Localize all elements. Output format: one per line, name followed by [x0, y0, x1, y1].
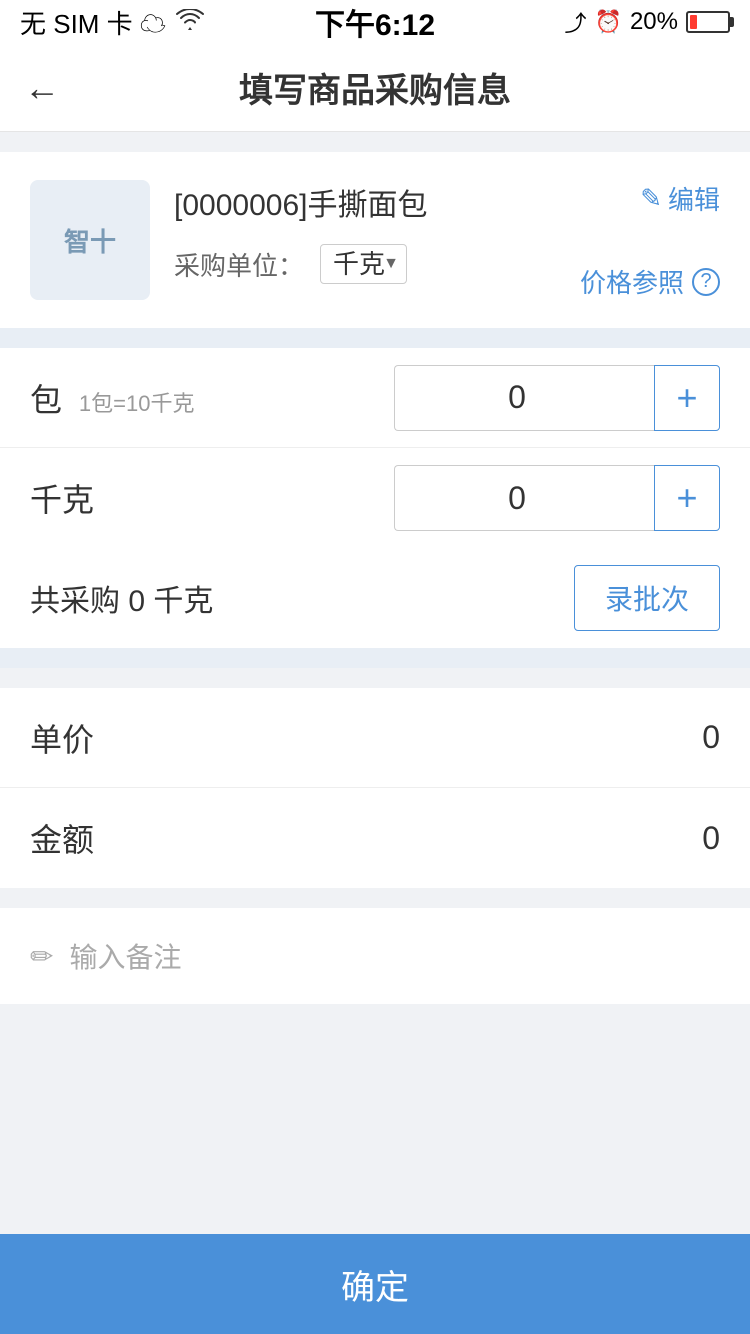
price-ref-label: 价格参照 [580, 263, 684, 300]
kg-input-wrapper: + [394, 465, 720, 531]
edit-label: 编辑 [668, 180, 720, 217]
summary-text: 共采购 0 千克 [30, 576, 213, 620]
unit-select[interactable]: 千克 包 件 [320, 244, 407, 284]
info-section: 单价 0 金额 0 [0, 688, 750, 888]
amount-row: 金额 0 [0, 788, 750, 888]
notes-placeholder: 输入备注 [69, 936, 181, 976]
price-ref-button[interactable]: 价格参照 ? [580, 263, 720, 300]
amount-label: 金额 [30, 815, 94, 861]
unit-price-row: 单价 0 [0, 688, 750, 788]
bag-input-wrapper: + [394, 365, 720, 431]
unit-select-wrapper[interactable]: 千克 包 件 [320, 244, 407, 284]
wifi-icon [176, 7, 204, 38]
product-card: 智十 [0000006]手撕面包 采购单位： 千克 包 件 ✎ 编辑 价格参照 … [0, 152, 750, 328]
bag-sublabel: 1包=10千克 [79, 391, 195, 416]
kg-input-row: 千克 + [0, 448, 750, 548]
battery-icon [686, 11, 730, 33]
confirm-button[interactable]: 确定 [0, 1234, 750, 1334]
kg-label: 千克 [30, 475, 394, 521]
amount-value: 0 [702, 820, 720, 857]
status-left: 无 SIM 卡 ☁ [20, 4, 204, 41]
section-divider-2 [0, 648, 750, 668]
status-bar: 无 SIM 卡 ☁ 下午6:12 ⤴ ⏰ 20% [0, 0, 750, 44]
batch-button[interactable]: 录批次 [574, 565, 720, 631]
help-icon: ? [692, 268, 720, 296]
nav-bar: ← 填写商品采购信息 [0, 44, 750, 132]
alarm-icon: ⏰ [595, 9, 622, 35]
notes-section[interactable]: ✏ 输入备注 [0, 908, 750, 1004]
status-right: ⤴ ⏰ 20% [565, 6, 730, 38]
bag-input[interactable] [394, 365, 654, 431]
summary-row: 共采购 0 千克 录批次 [0, 548, 750, 648]
pencil-icon: ✏ [30, 940, 53, 973]
bag-label: 包 1包=10千克 [30, 375, 394, 421]
unit-label: 采购单位： [174, 246, 304, 283]
location-icon: ⤴ [565, 6, 587, 38]
input-section: 包 1包=10千克 + 千克 + [0, 348, 750, 548]
unit-price-label: 单价 [30, 715, 94, 761]
product-logo: 智十 [64, 222, 116, 259]
bag-plus-button[interactable]: + [654, 365, 720, 431]
unit-price-value: 0 [702, 719, 720, 756]
sim-status: 无 SIM 卡 ☁ [20, 4, 166, 41]
product-name: [0000006]手撕面包 [174, 180, 720, 224]
back-button[interactable]: ← [24, 67, 60, 109]
kg-input[interactable] [394, 465, 654, 531]
edit-button[interactable]: ✎ 编辑 [640, 180, 720, 217]
page-title: 填写商品采购信息 [239, 63, 511, 112]
edit-icon: ✎ [640, 183, 662, 214]
product-image: 智十 [30, 180, 150, 300]
section-divider-1 [0, 328, 750, 348]
bag-input-row: 包 1包=10千克 + [0, 348, 750, 448]
battery-percent: 20% [630, 8, 678, 36]
status-time: 下午6:12 [315, 0, 435, 44]
kg-plus-button[interactable]: + [654, 465, 720, 531]
